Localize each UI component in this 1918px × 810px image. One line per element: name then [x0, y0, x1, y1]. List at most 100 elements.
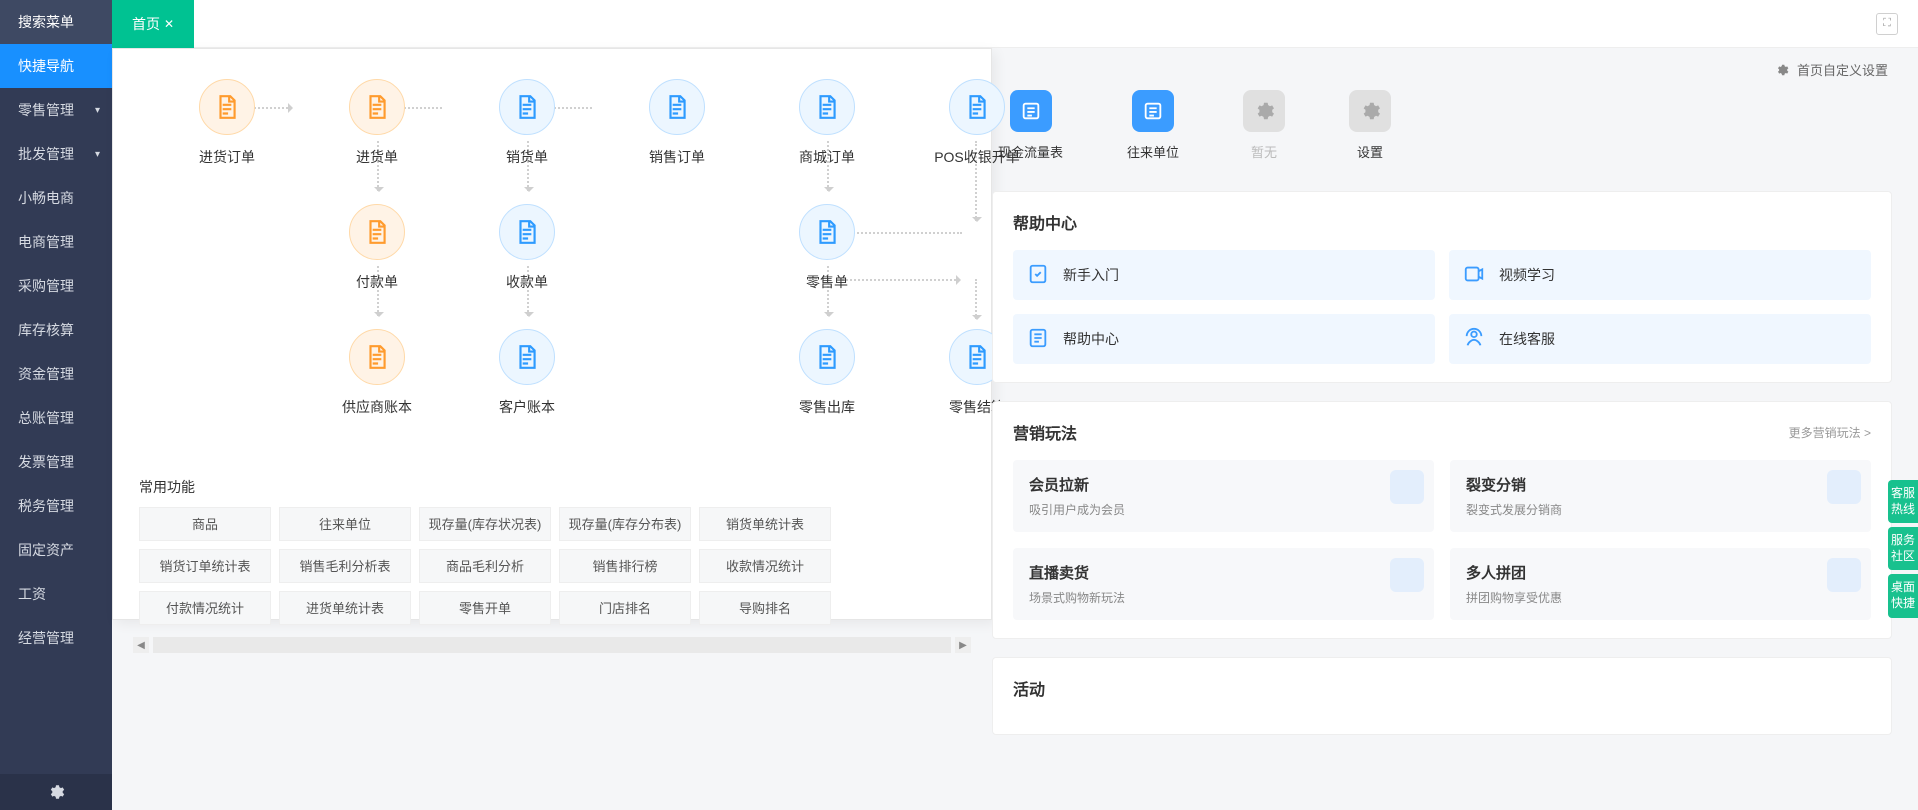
sidebar-item[interactable]: 工资 — [0, 572, 112, 616]
flow-node[interactable]: 零售出库 — [752, 329, 902, 417]
float-tags: 客服热线服务社区桌面快捷 — [1888, 480, 1918, 618]
flow-node[interactable]: 销货单 — [452, 79, 602, 167]
common-function-button[interactable]: 销货单统计表 — [699, 507, 831, 541]
chevron-down-icon: ▾ — [95, 149, 100, 160]
sidebar-item[interactable]: 总账管理 — [0, 396, 112, 440]
flow-node[interactable]: 付款单 — [302, 204, 452, 292]
common-function-button[interactable]: 进货单统计表 — [279, 591, 411, 625]
help-item[interactable]: 在线客服 — [1449, 314, 1871, 364]
sidebar-item[interactable]: 库存核算 — [0, 308, 112, 352]
shortcut-item[interactable]: 设置 — [1349, 90, 1391, 161]
shortcut-icon — [1010, 90, 1052, 132]
common-function-button[interactable]: 销货订单统计表 — [139, 549, 271, 583]
shortcut-item[interactable]: 往来单位 — [1127, 90, 1179, 161]
shortcut-label: 往来单位 — [1127, 142, 1179, 161]
common-function-button[interactable]: 商品毛利分析 — [419, 549, 551, 583]
flow-node-label: 销售订单 — [602, 147, 752, 167]
sidebar-item[interactable]: 固定资产 — [0, 528, 112, 572]
sidebar-item[interactable]: 快捷导航 — [0, 44, 112, 88]
shortcut-label: 现金流量表 — [998, 142, 1063, 161]
sidebar-item[interactable]: 发票管理 — [0, 440, 112, 484]
marketing-item[interactable]: 会员拉新吸引用户成为会员 — [1013, 460, 1434, 532]
sidebar-item[interactable]: 零售管理▾ — [0, 88, 112, 132]
sidebar-item[interactable]: 资金管理 — [0, 352, 112, 396]
flow-node[interactable]: 零售单 — [752, 204, 902, 292]
scroll-left-icon[interactable]: ◀ — [133, 637, 149, 653]
help-label: 帮助中心 — [1063, 329, 1119, 349]
shortcut-icon — [1243, 90, 1285, 132]
flow-node[interactable]: 进货单 — [302, 79, 452, 167]
common-function-button[interactable]: 现存量(库存分布表) — [559, 507, 691, 541]
document-icon — [199, 79, 255, 135]
sidebar-item[interactable]: 采购管理 — [0, 264, 112, 308]
shortcut-label: 设置 — [1349, 142, 1391, 161]
common-function-button[interactable]: 导购排名 — [699, 591, 831, 625]
marketing-item[interactable]: 直播卖货场景式购物新玩法 — [1013, 548, 1434, 620]
sidebar-item-label: 采购管理 — [18, 276, 74, 296]
sidebar-item[interactable]: 经营管理 — [0, 616, 112, 660]
sidebar-item-label: 经营管理 — [18, 628, 74, 648]
custom-homepage-label: 首页自定义设置 — [1797, 63, 1888, 78]
help-grid: 新手入门视频学习帮助中心 在线客服 — [1013, 250, 1871, 364]
help-item[interactable]: 新手入门 — [1013, 250, 1435, 300]
decoration-icon — [1390, 470, 1424, 504]
common-function-button[interactable]: 付款情况统计 — [139, 591, 271, 625]
scroll-right-icon[interactable]: ▶ — [955, 637, 971, 653]
sidebar-settings[interactable] — [0, 774, 112, 810]
sidebar-item[interactable]: 电商管理 — [0, 220, 112, 264]
flow-node[interactable]: 收款单 — [452, 204, 602, 292]
marketing-item-subtitle: 拼团购物享受优惠 — [1466, 589, 1855, 606]
marketing-more-link[interactable]: 更多营销玩法 > — [1789, 424, 1871, 441]
tab-label: 首页 — [132, 14, 160, 34]
help-center-title: 帮助中心 — [1013, 210, 1077, 234]
fullscreen-button[interactable]: ⛶ — [1876, 13, 1898, 35]
float-tag[interactable]: 客服热线 — [1888, 480, 1918, 523]
common-functions-title: 常用功能 — [139, 477, 977, 497]
close-icon[interactable]: ✕ — [164, 17, 174, 31]
sidebar-search[interactable]: 搜索菜单 — [0, 0, 112, 44]
help-item[interactable]: 帮助中心 — [1013, 314, 1435, 364]
document-icon — [499, 79, 555, 135]
flow-node[interactable]: 销售订单 — [602, 79, 752, 167]
common-function-button[interactable]: 销售排行榜 — [559, 549, 691, 583]
marketing-item[interactable]: 多人拼团拼团购物享受优惠 — [1450, 548, 1871, 620]
common-function-button[interactable]: 销售毛利分析表 — [279, 549, 411, 583]
sidebar-item-label: 工资 — [18, 584, 46, 604]
common-function-button[interactable]: 现存量(库存状况表) — [419, 507, 551, 541]
flow-node[interactable]: 客户账本 — [452, 329, 602, 417]
float-tag[interactable]: 服务社区 — [1888, 527, 1918, 570]
flow-node-label: 进货订单 — [152, 147, 302, 167]
flow-node-label: 付款单 — [302, 272, 452, 292]
float-tag[interactable]: 桌面快捷 — [1888, 574, 1918, 617]
shortcut-item[interactable]: 现金流量表 — [998, 90, 1063, 161]
marketing-item-subtitle: 场景式购物新玩法 — [1029, 589, 1418, 606]
shortcut-item[interactable]: 暂无 — [1243, 90, 1285, 161]
document-icon — [799, 204, 855, 260]
scroll-track[interactable] — [153, 637, 951, 653]
sidebar-item[interactable]: 小畅电商 — [0, 176, 112, 220]
common-function-button[interactable]: 门店排名 — [559, 591, 691, 625]
sidebar-item[interactable]: 批发管理▾ — [0, 132, 112, 176]
activity-title: 活动 — [1013, 676, 1045, 700]
chevron-down-icon: ▾ — [95, 105, 100, 116]
custom-homepage-link[interactable]: 首页自定义设置 — [992, 60, 1892, 80]
tab-home[interactable]: 首页 ✕ — [112, 0, 194, 48]
marketing-item-subtitle: 吸引用户成为会员 — [1029, 501, 1418, 518]
flow-node-label: 零售单 — [752, 272, 902, 292]
quick-nav-flyout: 进货订单进货单销货单销售订单商城订单POS收银开单付款单收款单零售单供应商账本客… — [112, 48, 992, 620]
main-content: 首页自定义设置 现金流量表往来单位暂无设置 帮助中心 新手入门视频学习帮助中心在… — [992, 60, 1918, 753]
horizontal-scrollbar[interactable]: ◀ ▶ — [127, 637, 977, 653]
help-label: 在线客服 — [1499, 329, 1555, 349]
help-center-card: 帮助中心 新手入门视频学习帮助中心在线客服 — [992, 191, 1892, 383]
common-function-button[interactable]: 收款情况统计 — [699, 549, 831, 583]
sidebar-item-label: 税务管理 — [18, 496, 74, 516]
flow-node[interactable]: 商城订单 — [752, 79, 902, 167]
common-function-button[interactable]: 零售开单 — [419, 591, 551, 625]
sidebar-item[interactable]: 税务管理 — [0, 484, 112, 528]
common-function-button[interactable]: 商品 — [139, 507, 271, 541]
flow-node[interactable]: 进货订单 — [152, 79, 302, 167]
flow-node[interactable]: 供应商账本 — [302, 329, 452, 417]
marketing-item[interactable]: 裂变分销裂变式发展分销商 — [1450, 460, 1871, 532]
common-function-button[interactable]: 往来单位 — [279, 507, 411, 541]
help-item[interactable]: 视频学习 — [1449, 250, 1871, 300]
